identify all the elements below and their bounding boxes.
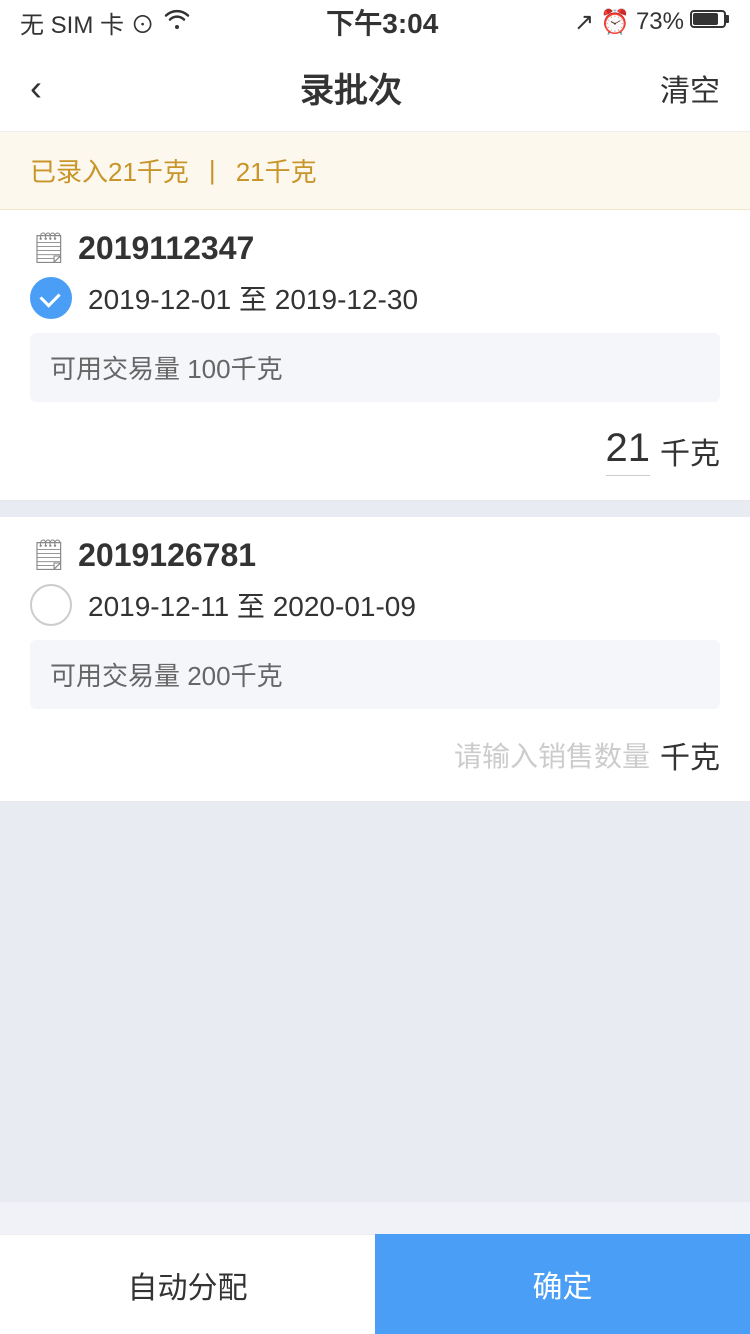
summary-label: 已录入21千克 [30,152,189,189]
clear-button[interactable]: 清空 [660,66,720,110]
alarm-icon: ⏰ [600,8,630,37]
summary-bar: 已录入21千克 | 21千克 [0,132,750,210]
batch1-quantity-value[interactable]: 21 [606,426,651,476]
batch1-quantity-unit: 千克 [660,429,720,473]
location-icon: ↗ [574,8,594,37]
batch1-availability: 可用交易量 100千克 [30,333,720,402]
page-title: 录批次 [300,63,402,112]
nav-bar: ‹ 录批次 清空 [0,44,750,132]
bottom-bar: 自动分配 确定 [0,1234,750,1334]
batch1-radio[interactable] [30,277,72,319]
batch2-quantity-unit: 千克 [660,733,720,777]
batch2-date-row[interactable]: 2019-12-11 至 2020-01-09 [30,584,720,626]
batch2-header: 🗒 2019126781 [30,537,720,574]
back-button[interactable]: ‹ [30,67,42,109]
section-divider [0,501,750,517]
wifi-icon [163,8,191,36]
sim-status: 无 SIM 卡 ⊙ [20,5,155,40]
batch2-id: 2019126781 [78,537,256,574]
batch1-header: 🗒 2019112347 [30,230,720,267]
batch1-id: 2019112347 [78,230,254,267]
batch2-quantity-row: 请输入销售数量 千克 [0,709,750,802]
summary-divider: | [209,155,216,186]
confirm-button[interactable]: 确定 [375,1234,750,1334]
batch1-date-row[interactable]: 2019-12-01 至 2019-12-30 [30,277,720,319]
summary-value: 21千克 [236,152,317,189]
batch-item-1: 🗒 2019112347 2019-12-01 至 2019-12-30 可用交… [0,210,750,402]
batch1-date: 2019-12-01 至 2019-12-30 [88,278,418,318]
status-time: 下午3:04 [326,2,438,42]
status-right: ↗ ⏰ 73% [574,8,730,37]
batch2-quantity-placeholder[interactable]: 请输入销售数量 [454,735,650,775]
batch-item-2: 🗒 2019126781 2019-12-11 至 2020-01-09 可用交… [0,517,750,709]
auto-distribute-button[interactable]: 自动分配 [0,1234,375,1334]
batch2-date: 2019-12-11 至 2020-01-09 [88,585,416,625]
batch2-availability: 可用交易量 200千克 [30,640,720,709]
batch2-radio[interactable] [30,584,72,626]
empty-area [0,802,750,1202]
status-bar: 无 SIM 卡 ⊙ 下午3:04 ↗ ⏰ 73% [0,0,750,44]
battery-percent: 73% [636,8,684,36]
batch1-quantity-row: 21 千克 [0,402,750,501]
batch2-icon: 🗒 [30,538,68,573]
status-left: 无 SIM 卡 ⊙ [20,5,191,40]
battery-icon [690,8,730,36]
batch1-icon: 🗒 [30,231,68,266]
